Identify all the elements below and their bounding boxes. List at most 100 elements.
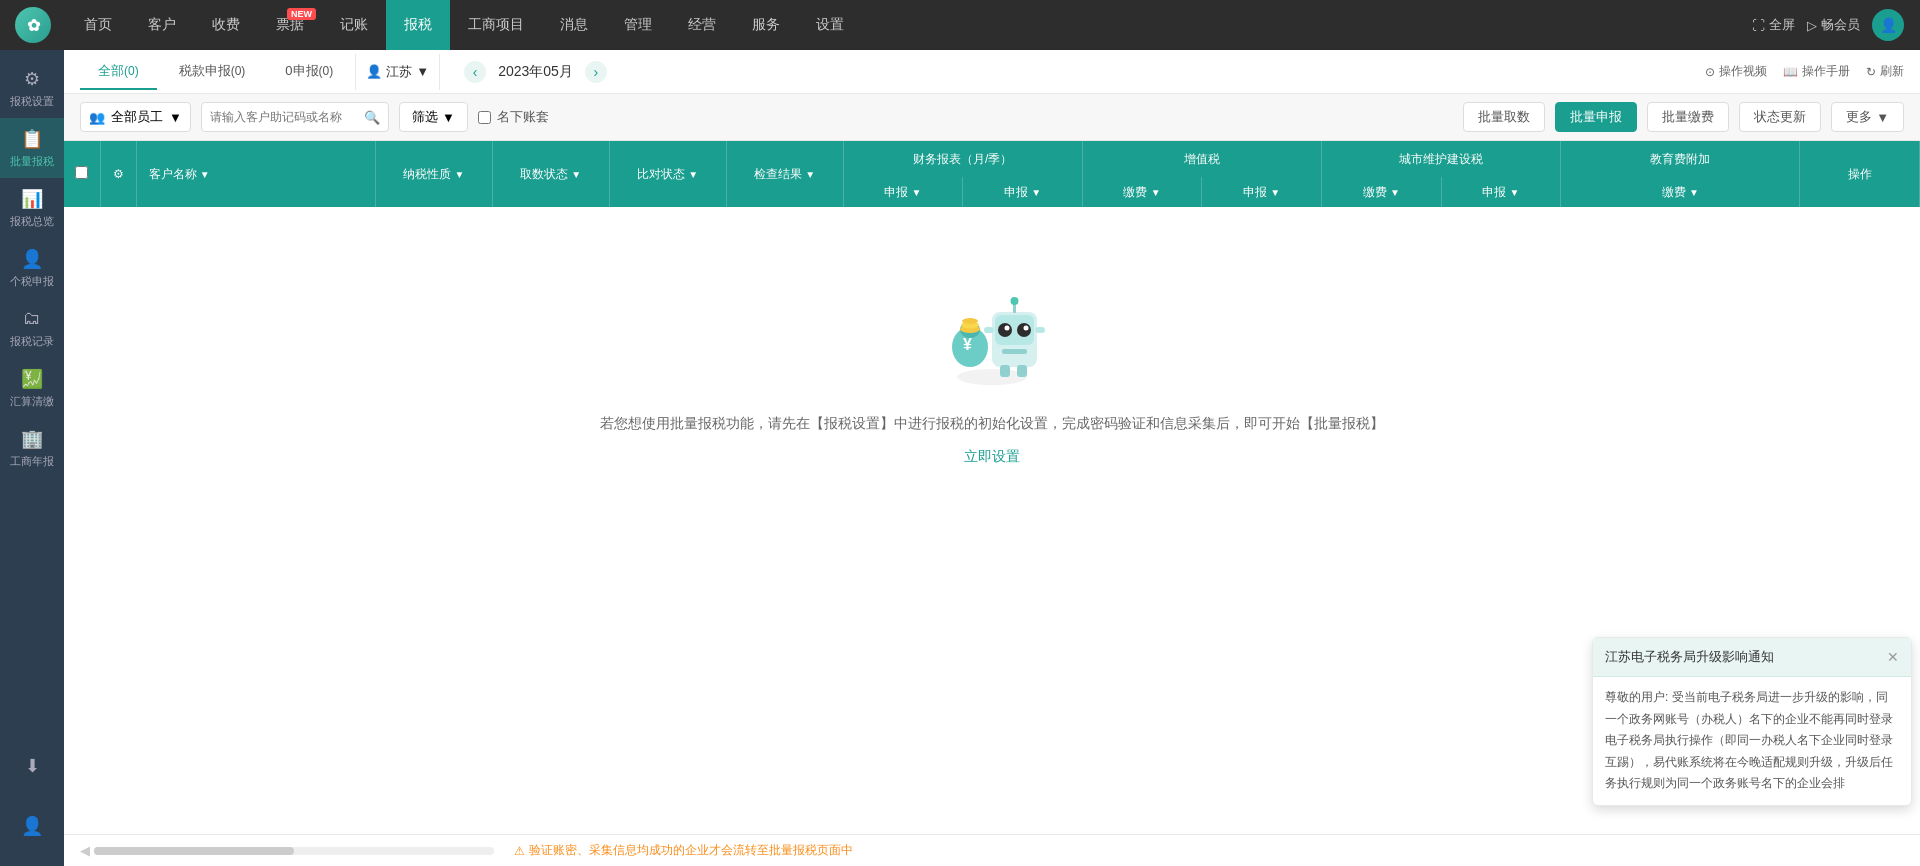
tab-zero-declare-label: 0申报 (285, 62, 318, 80)
employee-select-label: 全部员工 (111, 108, 163, 126)
personal-tax-icon: 👤 (21, 248, 43, 270)
batch-declare-label: 批量申报 (1570, 108, 1622, 126)
th-tax-type-filter-icon[interactable]: ▼ (454, 169, 464, 180)
employee-select[interactable]: 👥 全部员工 ▼ (80, 102, 191, 132)
robot-illustration: ¥ (932, 267, 1052, 387)
status-update-btn[interactable]: 状态更新 (1739, 102, 1821, 132)
th-settings: ⚙ (100, 141, 136, 207)
nav-home[interactable]: 首页 (66, 0, 130, 50)
nav-customer[interactable]: 客户 (130, 0, 194, 50)
tab-bar: 全部 (0) 税款申报 (0) 0申报 (0) 👤 江苏 ▼ ‹ 2023年05… (64, 50, 1920, 94)
nav-manage[interactable]: 管理 (606, 0, 670, 50)
notification-close-btn[interactable]: ✕ (1887, 649, 1899, 665)
refresh-label: 刷新 (1880, 63, 1904, 80)
filter-button[interactable]: 筛选 ▼ (399, 102, 468, 132)
sidebar-label-settlement: 汇算清缴 (10, 394, 54, 409)
th-vat-declare: 申报 ▼ (963, 177, 1083, 207)
month-prev-button[interactable]: ‹ (464, 61, 486, 83)
operation-video-btn[interactable]: ⊙ 操作视频 (1705, 63, 1767, 80)
table-header-row1: ⚙ 客户名称 ▼ 纳税性质 ▼ 取数状态 ▼ (64, 141, 1920, 177)
th-financial-declare-filter[interactable]: ▼ (912, 187, 922, 198)
nav-billing[interactable]: 收费 (194, 0, 258, 50)
th-edu-payment-label: 缴费 (1662, 185, 1686, 199)
bottom-bar: ◀ ⚠ 验证账密、采集信息均成功的企业才会流转至批量报税页面中 (64, 834, 1920, 866)
member-button[interactable]: ▷ 畅会员 (1807, 16, 1860, 34)
th-city-payment-filter[interactable]: ▼ (1390, 187, 1400, 198)
batch-payment-btn[interactable]: 批量缴费 (1647, 102, 1729, 132)
th-city-declare-label: 申报 (1243, 185, 1267, 199)
th-check-result-label: 检查结果 (754, 167, 802, 181)
svg-rect-13 (1002, 349, 1027, 354)
tab-zero-declare[interactable]: 0申报 (0) (267, 54, 351, 90)
member-label: 畅会员 (1821, 16, 1860, 34)
sidebar-item-tax-record[interactable]: 🗂 报税记录 (0, 298, 64, 358)
sidebar-item-batch-tax[interactable]: 📋 批量报税 (0, 118, 64, 178)
th-edu-declare-filter[interactable]: ▼ (1510, 187, 1520, 198)
select-all-checkbox[interactable] (75, 166, 88, 179)
data-table: ⚙ 客户名称 ▼ 纳税性质 ▼ 取数状态 ▼ (64, 141, 1920, 207)
nav-operation[interactable]: 经营 (670, 0, 734, 50)
sidebar-item-annual-report[interactable]: 🏢 工商年报 (0, 418, 64, 478)
nav-message[interactable]: 消息 (542, 0, 606, 50)
download-icon: ⬇ (21, 755, 43, 777)
tab-nav-right: ⊙ 操作视频 📖 操作手册 ↻ 刷新 (1705, 63, 1904, 80)
th-client-name-filter-icon[interactable]: ▼ (200, 169, 210, 180)
th-vat-payment: 缴费 ▼ (1082, 177, 1202, 207)
horizontal-scrollbar[interactable] (94, 847, 494, 855)
more-icon: ▼ (1876, 110, 1889, 125)
batch-declare-btn[interactable]: 批量申报 (1555, 102, 1637, 132)
refresh-btn[interactable]: ↻ 刷新 (1866, 63, 1904, 80)
th-edu-payment-filter[interactable]: ▼ (1689, 187, 1699, 198)
employee-dropdown-icon: ▼ (169, 110, 182, 125)
th-fetch-status-filter-icon[interactable]: ▼ (571, 169, 581, 180)
sidebar-item-personal-tax[interactable]: 👤 个税申报 (0, 238, 64, 298)
notification-title: 江苏电子税务局升级影响通知 (1605, 648, 1774, 666)
video-icon: ⊙ (1705, 65, 1715, 79)
sidebar-label-tax-overview: 报税总览 (10, 214, 54, 229)
nav-service[interactable]: 服务 (734, 0, 798, 50)
sidebar-item-settlement[interactable]: 💹 汇算清缴 (0, 358, 64, 418)
more-btn[interactable]: 更多 ▼ (1831, 102, 1904, 132)
tab-tax-declare[interactable]: 税款申报 (0) (161, 54, 264, 90)
province-label: 江苏 (386, 63, 412, 81)
fullscreen-button[interactable]: ⛶ 全屏 (1752, 16, 1795, 34)
nav-tax[interactable]: 报税 (386, 0, 450, 50)
th-vat-declare-filter[interactable]: ▼ (1031, 187, 1041, 198)
operation-manual-btn[interactable]: 📖 操作手册 (1783, 63, 1850, 80)
setup-link[interactable]: 立即设置 (964, 448, 1020, 466)
empty-state: ¥ (64, 207, 1920, 526)
nav-accounting[interactable]: 记账 (322, 0, 386, 50)
th-vat-payment-filter[interactable]: ▼ (1151, 187, 1161, 198)
th-client-name: 客户名称 ▼ (136, 141, 375, 207)
tax-settings-icon: ⚙ (21, 68, 43, 90)
sidebar-item-download[interactable]: ⬇ (0, 736, 64, 796)
nav-business[interactable]: 工商项目 (450, 0, 542, 50)
search-input[interactable] (210, 110, 360, 124)
toolbar: 👥 全部员工 ▼ 🔍 筛选 ▼ 名下账套 批量取数 批量 (64, 94, 1920, 141)
sub-account-checkbox[interactable] (478, 111, 491, 124)
tab-all[interactable]: 全部 (0) (80, 54, 157, 90)
sub-account-label: 名下账套 (497, 108, 549, 126)
user-avatar[interactable]: 👤 (1872, 9, 1904, 41)
th-city-declare-filter[interactable]: ▼ (1270, 187, 1280, 198)
notification-header: 江苏电子税务局升级影响通知 ✕ (1593, 638, 1911, 677)
th-compare-status-filter-icon[interactable]: ▼ (688, 169, 698, 180)
batch-fetch-btn[interactable]: 批量取数 (1463, 102, 1545, 132)
settings-column-icon[interactable]: ⚙ (113, 167, 124, 181)
nav-invoice[interactable]: 票据 NEW (258, 0, 322, 50)
sidebar-label-tax-settings: 报税设置 (10, 94, 54, 109)
search-input-wrap: 🔍 (201, 102, 389, 132)
th-check-result-filter-icon[interactable]: ▼ (805, 169, 815, 180)
filter-dropdown-icon: ▼ (442, 110, 455, 125)
nav-settings[interactable]: 设置 (798, 0, 862, 50)
svg-rect-16 (984, 327, 994, 333)
province-selector[interactable]: 👤 江苏 ▼ (355, 54, 440, 90)
month-next-button[interactable]: › (585, 61, 607, 83)
scroll-thumb (94, 847, 294, 855)
sidebar-item-profile[interactable]: 👤 (0, 796, 64, 856)
th-fetch-status: 取数状态 ▼ (492, 141, 609, 207)
th-financial-declare-label: 申报 (884, 185, 908, 199)
sidebar-item-tax-overview[interactable]: 📊 报税总览 (0, 178, 64, 238)
sidebar-item-tax-settings[interactable]: ⚙ 报税设置 (0, 58, 64, 118)
app-logo[interactable]: ✿ (10, 2, 56, 48)
